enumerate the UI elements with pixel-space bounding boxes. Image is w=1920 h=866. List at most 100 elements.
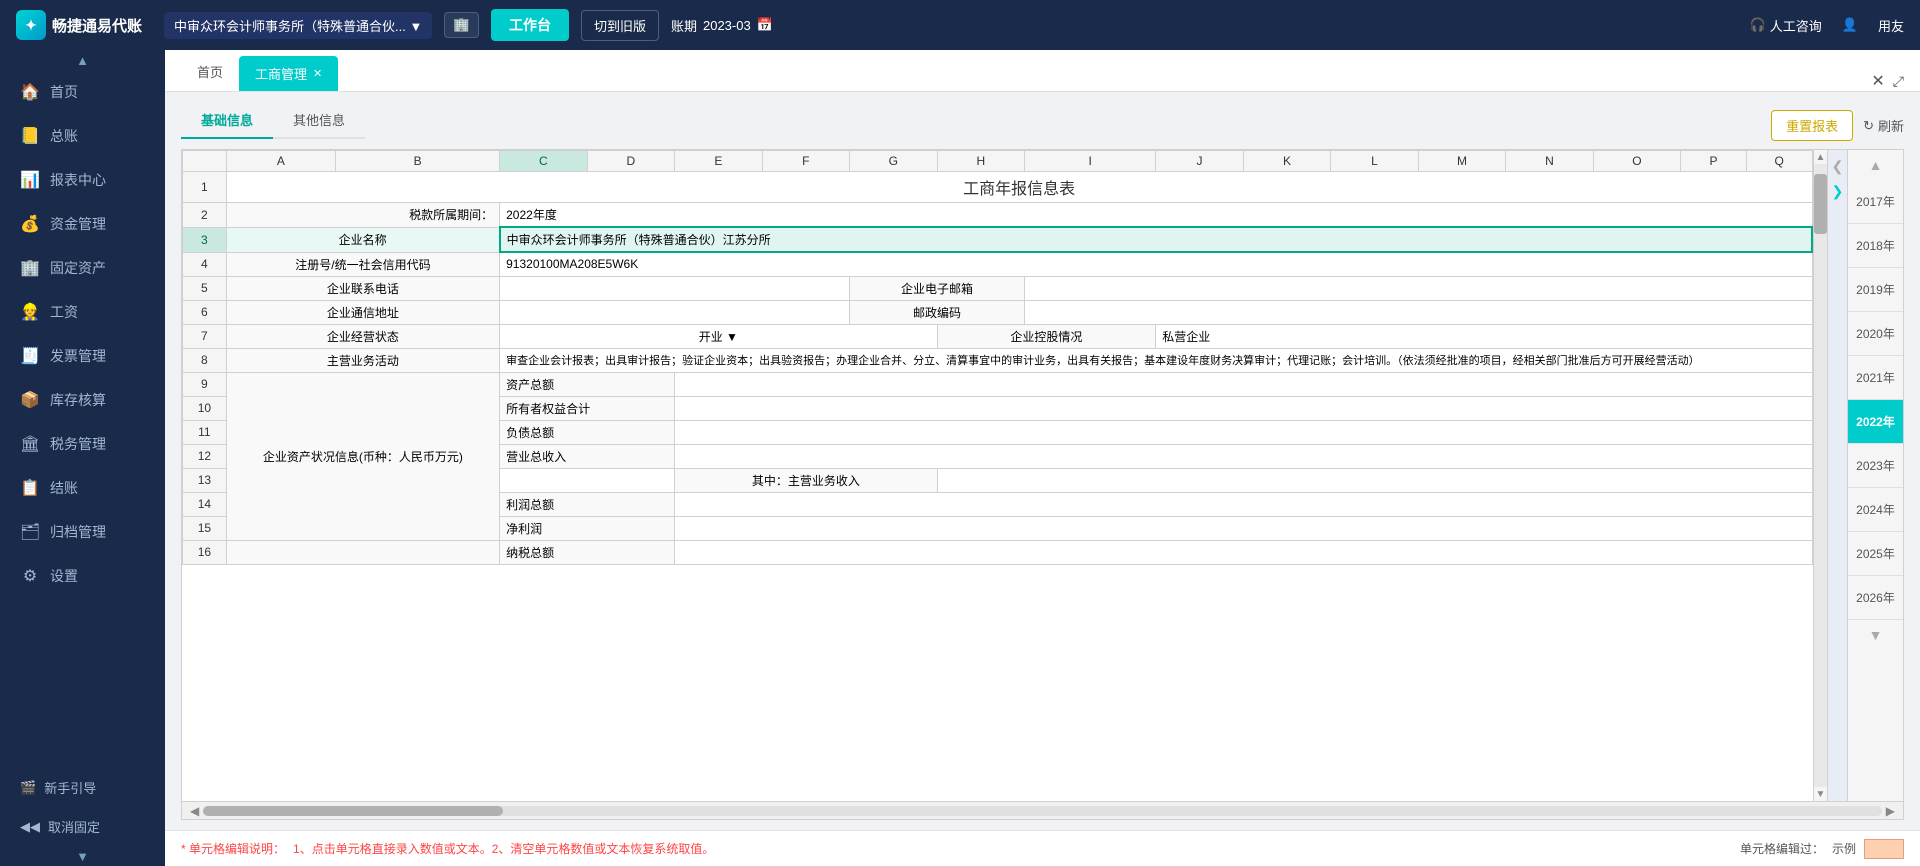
cell-6-postal[interactable] — [1025, 300, 1812, 324]
row-num-14: 14 — [183, 492, 227, 516]
invoice-icon: 🧾 — [20, 346, 40, 366]
company-selector[interactable]: 中审众环会计师事务所（特殊普通合伙... ▼ — [164, 12, 432, 39]
finance-icon: 💰 — [20, 214, 40, 234]
year-item-2025[interactable]: 2025年 — [1848, 532, 1903, 576]
cell-4-value[interactable]: 91320100MA208E5W6K — [500, 252, 1812, 276]
sidebar-item-finance[interactable]: 💰 资金管理 — [0, 202, 165, 246]
example-label: 示例 — [1832, 840, 1856, 857]
tab-home[interactable]: 首页 — [181, 54, 239, 91]
period-value: 2023-03 — [703, 18, 751, 33]
sub-tab-basic[interactable]: 基础信息 — [181, 102, 273, 139]
old-version-button[interactable]: 切到旧版 — [581, 10, 659, 41]
tab-close-icon[interactable]: ✕ — [313, 67, 322, 80]
year-item-2026[interactable]: 2026年 — [1848, 576, 1903, 620]
cell-10-value[interactable] — [675, 396, 1812, 420]
sidebar-item-assets[interactable]: 🏢 固定资产 — [0, 246, 165, 290]
sidebar-label-finance: 资金管理 — [50, 214, 106, 234]
cell-3-value[interactable]: 中审众环会计师事务所（特殊普通合伙）江苏分所 — [500, 227, 1812, 252]
cell-9-value[interactable] — [675, 372, 1812, 396]
year-item-2017[interactable]: 2017年 — [1848, 180, 1903, 224]
row-num-11: 11 — [183, 420, 227, 444]
cell-16-value[interactable] — [675, 540, 1812, 564]
spreadsheet-scroll[interactable]: A B C D E F G H I J — [182, 150, 1813, 801]
year-item-2023[interactable]: 2023年 — [1848, 444, 1903, 488]
year-panel-down[interactable]: ▼ — [1848, 620, 1903, 650]
cell-13-value[interactable] — [937, 468, 1812, 492]
v-scroll-track[interactable] — [1814, 164, 1827, 787]
sidebar-item-salary[interactable]: 👷 工资 — [0, 290, 165, 334]
tab-home-label: 首页 — [197, 62, 223, 81]
cell-5-email[interactable] — [1025, 276, 1812, 300]
reset-button[interactable]: 重置报表 — [1771, 110, 1853, 141]
header-right: 🎧 人工咨询 👤 用友 — [1750, 16, 1904, 35]
year-item-2020[interactable]: 2020年 — [1848, 312, 1903, 356]
sidebar-item-ledger[interactable]: 📒 总账 — [0, 114, 165, 158]
sidebar-item-inventory[interactable]: 📦 库存核算 — [0, 378, 165, 422]
sidebar-item-closing[interactable]: 📋 结账 — [0, 466, 165, 510]
sidebar-item-home[interactable]: 🏠 首页 — [0, 70, 165, 114]
sub-tab-other[interactable]: 其他信息 — [273, 102, 365, 139]
year-item-2022[interactable]: 2022年 — [1848, 400, 1903, 444]
close-window-icon[interactable]: ✕ — [1871, 71, 1884, 91]
sidebar-item-invoice[interactable]: 🧾 发票管理 — [0, 334, 165, 378]
cell-title[interactable]: 工商年报信息表 — [226, 172, 1812, 203]
calendar-icon[interactable]: 📅 — [757, 17, 773, 33]
col-header-d: D — [587, 151, 674, 172]
row-num-6: 6 — [183, 300, 227, 324]
h-scroll-right-arrow[interactable]: ▶ — [1882, 804, 1899, 818]
assets-icon: 🏢 — [20, 258, 40, 278]
h-scroll-left-arrow[interactable]: ◀ — [186, 804, 203, 818]
row-num-1: 1 — [183, 172, 227, 203]
cell-14-value[interactable] — [675, 492, 1812, 516]
workbench-button[interactable]: 工作台 — [491, 9, 569, 41]
sidebar-item-guide[interactable]: 🎬 新手引导 — [0, 768, 165, 807]
year-item-2018[interactable]: 2018年 — [1848, 224, 1903, 268]
h-scrollbar-thumb[interactable] — [203, 806, 503, 816]
cell-6-addr[interactable] — [500, 300, 850, 324]
cell-10-label: 所有者权益合计 — [500, 396, 675, 420]
expand-window-icon[interactable]: ⤢ — [1893, 73, 1904, 90]
cell-11-value[interactable] — [675, 420, 1812, 444]
col-header-row: A B C D E F G H I J — [183, 151, 1813, 172]
h-scrollbar[interactable]: ◀ ▶ — [182, 801, 1903, 819]
refresh-button[interactable]: ↻ 刷新 — [1863, 116, 1904, 135]
spreadsheet-outer: A B C D E F G H I J — [182, 150, 1903, 819]
user-avatar: 👤 — [1842, 17, 1858, 33]
year-item-2019[interactable]: 2019年 — [1848, 268, 1903, 312]
cell-7-control-value[interactable]: 私营企业 — [1156, 324, 1812, 348]
sidebar-right-expand[interactable]: ❯ — [1832, 183, 1844, 200]
cell-7-status-value[interactable]: 开业 ▼ — [500, 324, 937, 348]
sidebar-label-tax: 税务管理 — [50, 434, 106, 454]
sidebar-item-archive[interactable]: 🗂 归档管理 — [0, 510, 165, 554]
col-header-q: Q — [1746, 151, 1812, 172]
top-header: ✦ 畅捷通易代账 中审众环会计师事务所（特殊普通合伙... ▼ 🏢 工作台 切到… — [0, 0, 1920, 50]
cell-2-value[interactable]: 2022年度 — [500, 203, 1812, 228]
col-header-e: E — [675, 151, 762, 172]
consult-button[interactable]: 🎧 人工咨询 — [1750, 16, 1822, 35]
sidebar-scroll-up[interactable]: ▲ — [0, 50, 165, 70]
sidebar: ▲ 🏠 首页 📒 总账 📊 报表中心 💰 资金管理 🏢 固定资产 👷 工资 🧾 … — [0, 50, 165, 866]
cell-8-value[interactable]: 审查企业会计报表；出具审计报告；验证企业资本；出具验资报告；办理企业合并、分立、… — [500, 348, 1812, 372]
year-item-2021[interactable]: 2021年 — [1848, 356, 1903, 400]
sidebar-item-settings[interactable]: ⚙ 设置 — [0, 554, 165, 598]
cell-12-value[interactable] — [675, 444, 1812, 468]
sidebar-right-collapse[interactable]: ❮ — [1832, 158, 1844, 175]
v-scrollbar[interactable]: ▲ ▼ — [1813, 150, 1827, 801]
sidebar-scroll-down[interactable]: ▼ — [0, 846, 165, 866]
year-panel-up[interactable]: ▲ — [1848, 150, 1903, 180]
h-scrollbar-track[interactable] — [203, 806, 1882, 816]
tax-icon: 🏛 — [20, 434, 40, 454]
sidebar-item-tax[interactable]: 🏛 税务管理 — [0, 422, 165, 466]
tab-business[interactable]: 工商管理 ✕ — [239, 56, 338, 91]
sidebar-right: ❮ ❯ — [1827, 150, 1847, 801]
v-scroll-down-arrow[interactable]: ▼ — [1814, 787, 1827, 801]
company-info-btn[interactable]: 🏢 — [444, 12, 479, 38]
sidebar-item-pin[interactable]: ◀◀ 取消固定 — [0, 807, 165, 846]
v-scroll-up-arrow[interactable]: ▲ — [1814, 150, 1827, 164]
year-item-2024[interactable]: 2024年 — [1848, 488, 1903, 532]
cell-5-phone[interactable] — [500, 276, 850, 300]
cell-13-empty — [500, 468, 675, 492]
sidebar-item-reports[interactable]: 📊 报表中心 — [0, 158, 165, 202]
v-scroll-thumb[interactable] — [1814, 174, 1827, 234]
cell-15-value[interactable] — [675, 516, 1812, 540]
